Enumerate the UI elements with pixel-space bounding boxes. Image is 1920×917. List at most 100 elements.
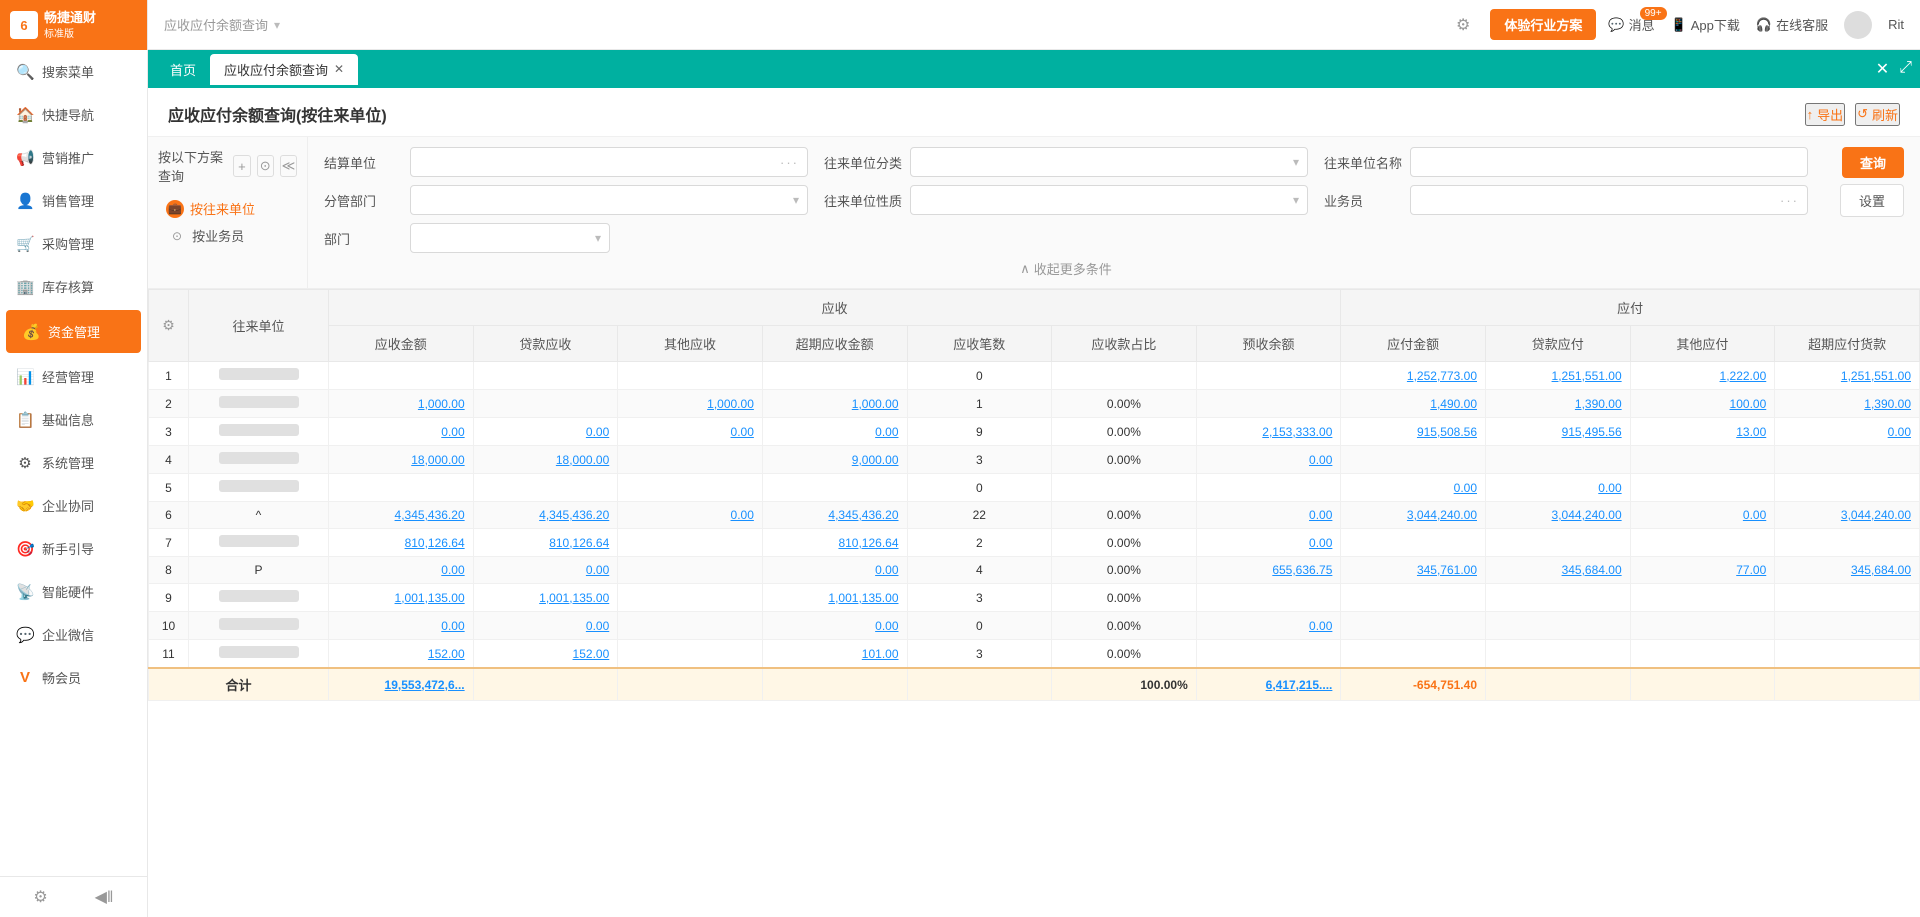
sidebar-item-quicknav[interactable]: 🏠 快捷导航 — [0, 93, 147, 136]
app-download-icon: 📱 — [1671, 17, 1687, 33]
masked-unit — [219, 535, 299, 547]
scheme-by-unit[interactable]: 💼 按往来单位 — [158, 195, 297, 222]
breadcrumb-chevron-icon: ▾ — [274, 18, 280, 32]
tab-expand-icon[interactable]: ⤢ — [1899, 59, 1912, 79]
scheme-staff-icon: ⊙ — [172, 229, 182, 243]
table-body: 101,252,773.001,251,551.001,222.001,251,… — [149, 362, 1920, 669]
collapse-btn[interactable]: ∧ 收起更多条件 — [324, 259, 1808, 278]
table-head: ⚙ 往来单位 应收 应付 应收金额 贷款应 — [149, 290, 1920, 362]
masked-unit — [219, 646, 299, 658]
masked-unit — [219, 368, 299, 380]
footer-ar-ratio: 100.00% — [1052, 668, 1197, 701]
footer-row: 合计 19,553,472,6... 100.00% 6,417,215....… — [149, 668, 1920, 701]
tab-ar-ap[interactable]: 应收应付余额查询 ✕ — [210, 54, 358, 85]
filter-config-btn[interactable]: ⊙ — [257, 155, 274, 177]
settlement-unit-input[interactable]: ··· — [410, 147, 808, 177]
collapse-footer-btn[interactable]: ◀‖ — [95, 887, 114, 907]
message-btn[interactable]: 💬 消息 99+ — [1608, 15, 1654, 34]
settings-col-header[interactable]: ⚙ — [149, 290, 189, 362]
sidebar-item-basicinfo[interactable]: 📋 基础信息 — [0, 398, 147, 441]
sidebar-item-enterprise[interactable]: 🤝 企业协同 — [0, 484, 147, 527]
set-btn[interactable]: 设置 — [1840, 184, 1904, 217]
footer-ar-loan — [473, 668, 618, 701]
footer-ap-loan — [1486, 668, 1631, 701]
page-header: 应收应付余额查询(按往来单位) ↑ 导出 ↺ 刷新 — [148, 88, 1920, 137]
sidebar-item-search[interactable]: 🔍 搜索菜单 — [0, 50, 147, 93]
scheme-unit-icon: 💼 — [166, 200, 184, 218]
unit-name-input[interactable] — [1410, 147, 1808, 177]
finance-icon: 💰 — [22, 323, 40, 341]
export-icon: ↑ — [1807, 107, 1814, 122]
footer-ar-amount[interactable]: 19,553,472,6... — [329, 668, 474, 701]
operations-icon: 📊 — [16, 368, 34, 386]
inventory-icon: 🏢 — [16, 278, 34, 296]
refresh-btn[interactable]: ↺ 刷新 — [1855, 103, 1900, 126]
sidebar-item-hardware[interactable]: 📡 智能硬件 — [0, 570, 147, 613]
unit-nature-select[interactable]: ▾ — [910, 185, 1308, 215]
home-icon: 🏠 — [16, 106, 34, 124]
sidebar-item-member[interactable]: V 畅会员 — [0, 656, 147, 699]
footer-ap-amount: -654,751.40 — [1341, 668, 1486, 701]
unit-category-select[interactable]: ▾ — [910, 147, 1308, 177]
table-settings-icon[interactable]: ⚙ — [162, 317, 175, 333]
avatar — [1844, 11, 1872, 39]
ar-count-header: 应收笔数 — [907, 326, 1052, 362]
sidebar-item-finance[interactable]: 💰 资金管理 — [6, 310, 141, 353]
export-btn[interactable]: ↑ 导出 — [1805, 103, 1846, 126]
sales-icon: 👤 — [16, 192, 34, 210]
sidebar-item-purchase[interactable]: 🛒 采购管理 — [0, 222, 147, 265]
industry-btn[interactable]: 体验行业方案 — [1490, 9, 1596, 40]
sidebar-menu: 🔍 搜索菜单 🏠 快捷导航 📢 营销推广 👤 销售管理 🛒 采购管理 🏢 库存核… — [0, 50, 147, 876]
tab-close-icon[interactable]: ✕ — [334, 62, 344, 76]
message-icon: 💬 — [1608, 17, 1624, 33]
ap-group-header: 应付 — [1341, 290, 1920, 326]
masked-unit — [219, 590, 299, 602]
ap-other-header: 其他应付 — [1630, 326, 1775, 362]
tab-bar: 首页 应收应付余额查询 ✕ ✕ ⤢ — [148, 50, 1920, 88]
marketing-icon: 📢 — [16, 149, 34, 167]
sidebar-item-sales[interactable]: 👤 销售管理 — [0, 179, 147, 222]
query-btn[interactable]: 查询 — [1842, 147, 1904, 178]
table-row: 30.000.000.000.0090.00%2,153,333.00915,5… — [149, 418, 1920, 446]
filter-department: 分管部门 ▾ — [324, 185, 808, 215]
app-download-btn[interactable]: 📱 App下载 — [1671, 15, 1740, 34]
header-gear-icon[interactable]: ⚙ — [1456, 15, 1470, 35]
filter-row-2: 分管部门 ▾ 往来单位性质 ▾ 业务员 — [324, 185, 1808, 215]
basicinfo-icon: 📋 — [16, 411, 34, 429]
tab-home[interactable]: 首页 — [156, 54, 210, 85]
salesperson-input[interactable]: ··· — [1410, 185, 1808, 215]
wechat-icon: 💬 — [16, 626, 34, 644]
masked-unit — [219, 480, 299, 492]
page-actions: ↑ 导出 ↺ 刷新 — [1805, 103, 1900, 126]
breadcrumb: 应收应付余额查询 ▾ — [164, 15, 1444, 34]
filter-add-btn[interactable]: + — [233, 155, 250, 177]
sidebar-item-operations[interactable]: 📊 经营管理 — [0, 355, 147, 398]
sidebar-item-marketing[interactable]: 📢 营销推广 — [0, 136, 147, 179]
table-row: 418,000.0018,000.009,000.0030.00%0.00 — [149, 446, 1920, 474]
sidebar-item-inventory[interactable]: 🏢 库存核算 — [0, 265, 147, 308]
header-right: 💬 消息 99+ 📱 App下载 🎧 在线客服 Rit — [1608, 11, 1904, 39]
department-select[interactable]: ▾ — [410, 185, 808, 215]
footer-advance[interactable]: 6,417,215.... — [1196, 668, 1341, 701]
tab-close-window-icon[interactable]: ✕ — [1876, 59, 1889, 79]
online-service-btn[interactable]: 🎧 在线客服 — [1756, 15, 1828, 34]
table-wrapper[interactable]: ⚙ 往来单位 应收 应付 应收金额 贷款应 — [148, 289, 1920, 917]
enterprise-icon: 🤝 — [16, 497, 34, 515]
dept2-select[interactable]: ▾ — [410, 223, 610, 253]
logo-name: 畅捷通财 — [44, 10, 96, 26]
sidebar-item-wechat[interactable]: 💬 企业微信 — [0, 613, 147, 656]
masked-unit — [219, 452, 299, 464]
filter-header: 按以下方案查询 + ⊙ ≪ — [158, 147, 297, 185]
filter-expand-btn[interactable]: ≪ — [280, 155, 297, 177]
advance-header: 预收余额 — [1196, 326, 1341, 362]
sidebar-item-beginner[interactable]: 🎯 新手引导 — [0, 527, 147, 570]
footer-ar-overdue — [762, 668, 907, 701]
scheme-by-staff[interactable]: ⊙ 按业务员 — [158, 222, 297, 249]
user-name: Rit — [1888, 17, 1904, 32]
unit-col-header: 往来单位 — [189, 290, 329, 362]
filter-label: 按以下方案查询 — [158, 147, 227, 185]
table-footer: 合计 19,553,472,6... 100.00% 6,417,215....… — [149, 668, 1920, 701]
settings-footer-btn[interactable]: ⚙ — [33, 887, 47, 907]
service-icon: 🎧 — [1756, 17, 1772, 33]
sidebar-item-system[interactable]: ⚙ 系统管理 — [0, 441, 147, 484]
